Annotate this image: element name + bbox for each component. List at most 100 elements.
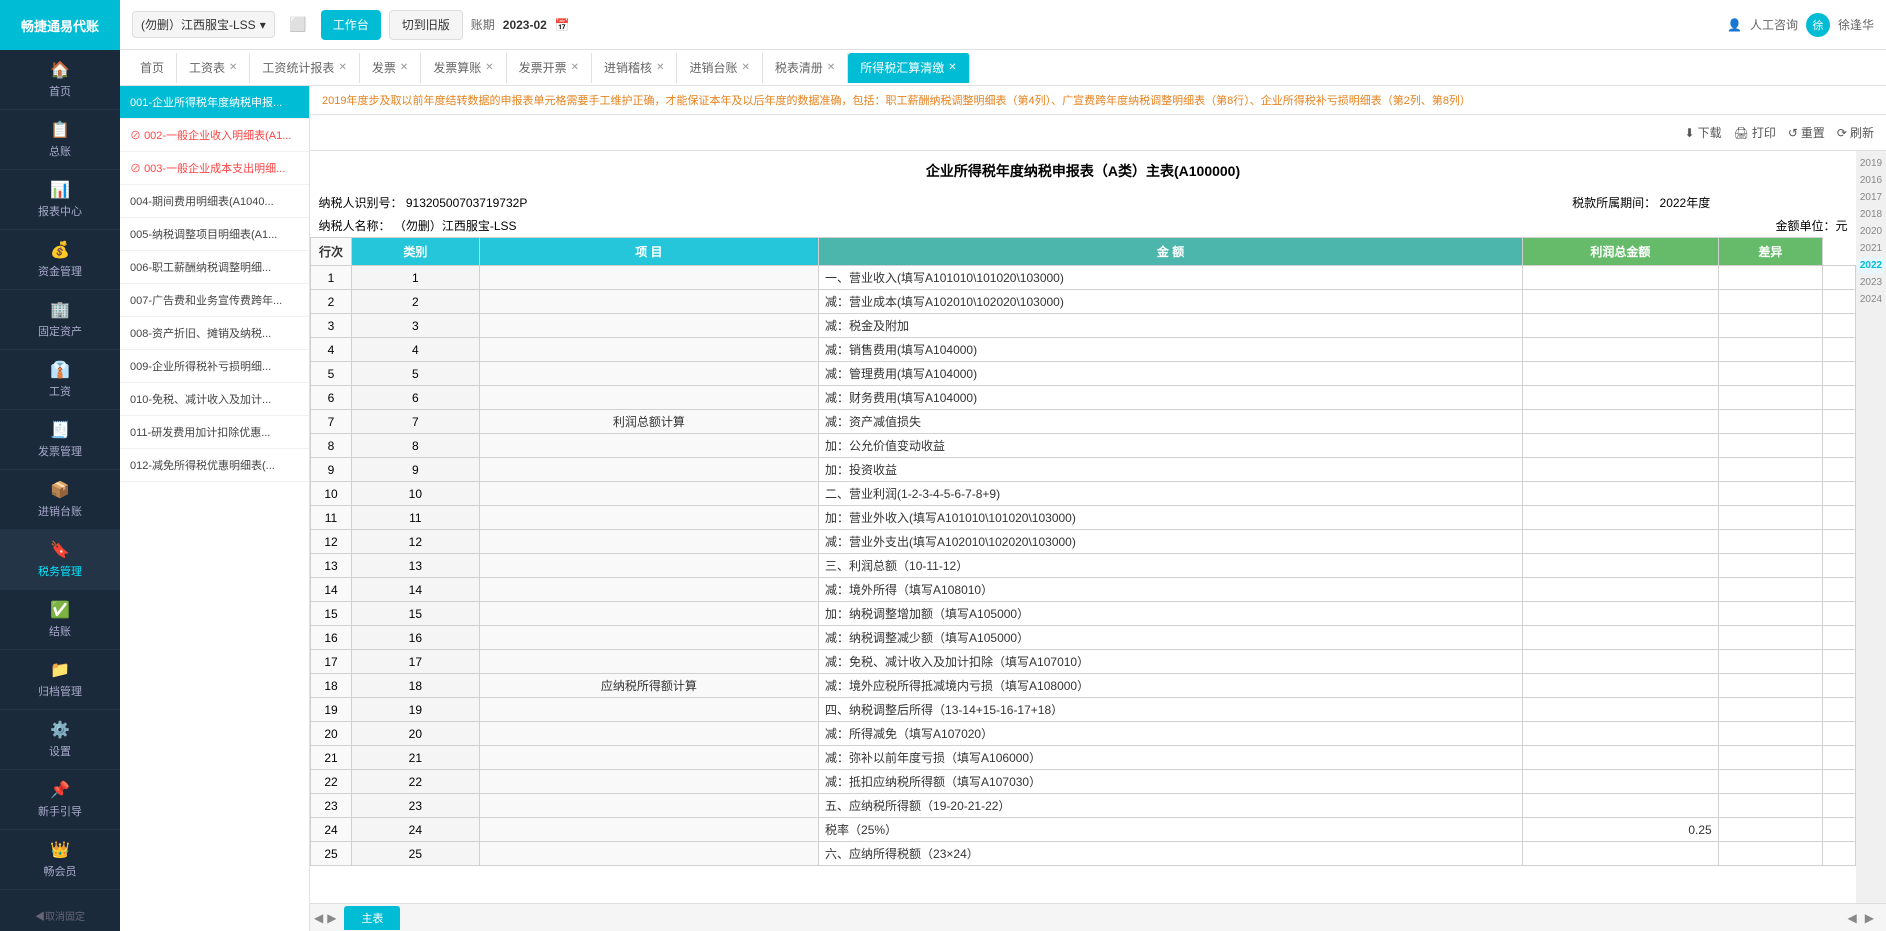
report-list-item-005[interactable]: 005-纳税调整项目明细表(A1... [120, 218, 309, 251]
sidebar-item-member[interactable]: 👑畅会员 [0, 830, 120, 890]
tab-tax-table[interactable]: 税表清册✕ [763, 53, 848, 83]
row-profit[interactable] [1718, 770, 1822, 794]
row-amount[interactable] [1523, 746, 1719, 770]
tab-close-invoice-calc[interactable]: ✕ [485, 62, 493, 73]
report-list-item-012[interactable]: 012-减免所得税优惠明细表(... [120, 449, 309, 482]
sidebar-item-archive[interactable]: 📁归档管理 [0, 650, 120, 710]
row-amount[interactable] [1523, 626, 1719, 650]
scroll-right-button[interactable]: ▶ [1861, 911, 1878, 925]
row-diff[interactable] [1822, 410, 1855, 434]
row-profit[interactable] [1718, 338, 1822, 362]
copy-icon[interactable]: ⬜ [283, 10, 313, 40]
row-diff[interactable] [1822, 626, 1855, 650]
report-list-item-002[interactable]: ⊘ 002-一般企业收入明细表(A1... [120, 119, 309, 152]
row-diff[interactable] [1822, 818, 1855, 842]
row-amount[interactable] [1523, 554, 1719, 578]
tab-invoice[interactable]: 发票✕ [360, 53, 421, 83]
row-profit[interactable] [1718, 794, 1822, 818]
row-diff[interactable] [1822, 458, 1855, 482]
report-list-item-009[interactable]: 009-企业所得税补亏损明细... [120, 350, 309, 383]
timeline-year-2020[interactable]: 2020 [1860, 223, 1882, 240]
sidebar-item-settings[interactable]: ⚙️设置 [0, 710, 120, 770]
timeline-year-2023[interactable]: 2023 [1860, 274, 1882, 291]
report-list-item-011[interactable]: 011-研发费用加计扣除优惠... [120, 416, 309, 449]
tab-close-sales-check[interactable]: ✕ [656, 62, 664, 73]
row-profit[interactable] [1718, 266, 1822, 290]
prev-sheet-button[interactable]: ◀ [314, 911, 323, 925]
sidebar-footer-toggle[interactable]: ◀取消固定 [0, 900, 120, 931]
row-profit[interactable] [1718, 482, 1822, 506]
row-profit[interactable] [1718, 290, 1822, 314]
row-profit[interactable] [1718, 362, 1822, 386]
row-diff[interactable] [1822, 506, 1855, 530]
row-profit[interactable] [1718, 818, 1822, 842]
row-profit[interactable] [1718, 842, 1822, 866]
row-amount[interactable] [1523, 362, 1719, 386]
row-diff[interactable] [1822, 530, 1855, 554]
user-name[interactable]: 徐逢华 [1838, 16, 1874, 33]
row-amount[interactable] [1523, 434, 1719, 458]
row-amount[interactable] [1523, 482, 1719, 506]
timeline-year-2017[interactable]: 2017 [1860, 189, 1882, 206]
row-diff[interactable] [1822, 338, 1855, 362]
row-profit[interactable] [1718, 506, 1822, 530]
row-diff[interactable] [1822, 794, 1855, 818]
row-amount[interactable] [1523, 506, 1719, 530]
row-amount[interactable] [1523, 530, 1719, 554]
row-amount[interactable] [1523, 722, 1719, 746]
calendar-icon[interactable]: 📅 [555, 18, 570, 32]
sidebar-item-fund[interactable]: 💰资金管理 [0, 230, 120, 290]
sheet-tab-主表[interactable]: 主表 [344, 906, 400, 930]
row-amount[interactable] [1523, 698, 1719, 722]
report-list-item-004[interactable]: 004-期间费用明细表(A1040... [120, 185, 309, 218]
row-amount[interactable] [1523, 794, 1719, 818]
row-amount[interactable] [1523, 338, 1719, 362]
switch-old-button[interactable]: 切到旧版 [389, 10, 463, 40]
sidebar-item-settlement[interactable]: ✅结账 [0, 590, 120, 650]
tab-close-sales-account[interactable]: ✕ [741, 62, 749, 73]
sidebar-item-report[interactable]: 📊报表中心 [0, 170, 120, 230]
row-diff[interactable] [1822, 578, 1855, 602]
row-diff[interactable] [1822, 386, 1855, 410]
row-amount[interactable] [1523, 314, 1719, 338]
sidebar-item-sales-ledger[interactable]: 📦进销台账 [0, 470, 120, 530]
row-profit[interactable] [1718, 458, 1822, 482]
row-profit[interactable] [1718, 626, 1822, 650]
print-button[interactable]: 🖨 打印 [1734, 124, 1776, 141]
timeline-year-2018[interactable]: 2018 [1860, 206, 1882, 223]
tab-close-invoice-open[interactable]: ✕ [571, 62, 579, 73]
tab-sales-account[interactable]: 进销台账✕ [677, 53, 762, 83]
user-service-label[interactable]: 人工咨询 [1750, 16, 1798, 33]
row-profit[interactable] [1718, 314, 1822, 338]
row-diff[interactable] [1822, 434, 1855, 458]
row-diff[interactable] [1822, 362, 1855, 386]
report-list-item-010[interactable]: 010-免税、减计收入及加计... [120, 383, 309, 416]
sidebar-item-home[interactable]: 🏠首页 [0, 50, 120, 110]
tab-close-income-tax[interactable]: ✕ [948, 62, 956, 73]
row-profit[interactable] [1718, 698, 1822, 722]
report-list-item-007[interactable]: 007-广告费和业务宣传费跨年... [120, 284, 309, 317]
timeline-year-2019[interactable]: 2019 [1860, 155, 1882, 172]
row-amount[interactable] [1523, 266, 1719, 290]
next-sheet-button[interactable]: ▶ [327, 911, 336, 925]
refresh-button[interactable]: ⟳ 刷新 [1837, 124, 1874, 141]
tab-invoice-calc[interactable]: 发票算账✕ [421, 53, 506, 83]
row-diff[interactable] [1822, 266, 1855, 290]
row-profit[interactable] [1718, 674, 1822, 698]
row-amount[interactable]: 0.25 [1523, 818, 1719, 842]
row-diff[interactable] [1822, 290, 1855, 314]
tab-close-invoice[interactable]: ✕ [400, 62, 408, 73]
tab-close-salary-report[interactable]: ✕ [338, 62, 346, 73]
row-diff[interactable] [1822, 602, 1855, 626]
report-list-item-003[interactable]: ⊘ 003-一般企业成本支出明细... [120, 152, 309, 185]
report-list-item-008[interactable]: 008-资产折旧、摊销及纳税... [120, 317, 309, 350]
row-profit[interactable] [1718, 650, 1822, 674]
row-profit[interactable] [1718, 554, 1822, 578]
reset-button[interactable]: ↺ 重置 [1788, 124, 1825, 141]
download-button[interactable]: ⬇ 下载 [1685, 124, 1722, 141]
row-profit[interactable] [1718, 578, 1822, 602]
row-amount[interactable] [1523, 578, 1719, 602]
row-diff[interactable] [1822, 674, 1855, 698]
report-list-item-001[interactable]: 001-企业所得税年度纳税申报... [120, 86, 309, 119]
row-amount[interactable] [1523, 386, 1719, 410]
